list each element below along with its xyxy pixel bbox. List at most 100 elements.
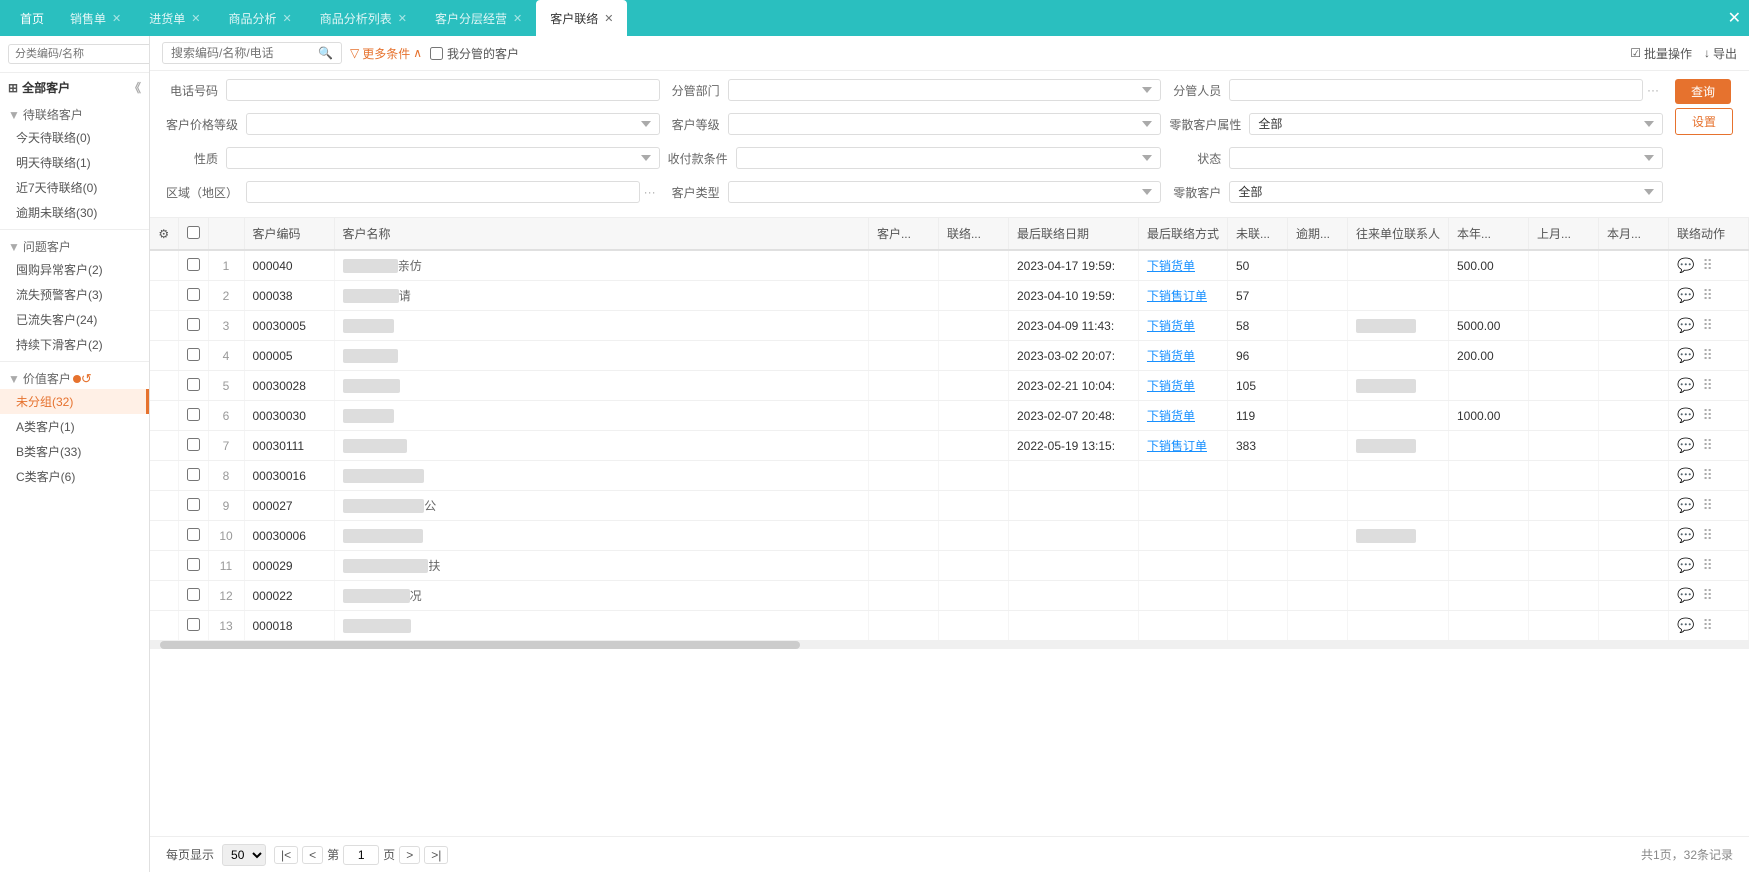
batch-op-btn[interactable]: ☑ 批量操作 <box>1630 45 1692 62</box>
page-first-btn[interactable]: |< <box>274 846 298 864</box>
row-checkbox[interactable] <box>187 558 200 571</box>
action-more-icon[interactable]: ⠿ <box>1702 617 1712 634</box>
cell-check[interactable] <box>178 461 208 491</box>
tab-customer-contact[interactable]: 客户联络 ✕ <box>536 0 627 36</box>
cell-check[interactable] <box>178 250 208 281</box>
filter-customer-type-select[interactable] <box>728 181 1162 203</box>
th-no-contact-days[interactable]: 未联... <box>1227 218 1287 250</box>
cell-last-method[interactable]: 下销货单 <box>1138 341 1227 371</box>
page-input[interactable] <box>343 845 379 865</box>
tab-analysis-list-close[interactable]: ✕ <box>398 12 407 25</box>
row-checkbox[interactable] <box>187 588 200 601</box>
action-chat-icon[interactable]: 💬 <box>1677 527 1694 544</box>
tab-home[interactable]: 首页 <box>8 0 56 36</box>
more-filters-btn[interactable]: ▽ 更多条件 ∧ <box>350 45 422 62</box>
row-checkbox[interactable] <box>187 378 200 391</box>
action-more-icon[interactable]: ⠿ <box>1702 557 1712 574</box>
cell-check[interactable] <box>178 341 208 371</box>
tab-sales[interactable]: 销售单 ✕ <box>56 0 135 36</box>
cell-check[interactable] <box>178 521 208 551</box>
cell-last-method[interactable] <box>1138 551 1227 581</box>
tab-customer-mgmt[interactable]: 客户分层经营 ✕ <box>421 0 536 36</box>
cell-last-method[interactable]: 下销货单 <box>1138 401 1227 431</box>
filter-dept-select[interactable] <box>728 79 1162 101</box>
action-more-icon[interactable]: ⠿ <box>1702 287 1712 304</box>
filter-payment-select[interactable] <box>736 147 1162 169</box>
th-code[interactable]: 客户编码 <box>244 218 334 250</box>
sidebar-all-customers[interactable]: ⊞ 全部客户 《 <box>0 73 149 102</box>
cell-last-method[interactable] <box>1138 581 1227 611</box>
sidebar-item-class-a[interactable]: A类客户(1) <box>0 414 149 439</box>
action-chat-icon[interactable]: 💬 <box>1677 407 1694 424</box>
cell-last-method[interactable] <box>1138 521 1227 551</box>
query-btn[interactable]: 查询 <box>1675 79 1731 104</box>
row-checkbox[interactable] <box>187 318 200 331</box>
tab-purchase[interactable]: 进货单 ✕ <box>135 0 214 36</box>
filter-person-dots[interactable]: ··· <box>1643 83 1663 97</box>
filter-phone-input[interactable] <box>226 79 660 101</box>
action-chat-icon[interactable]: 💬 <box>1677 347 1694 364</box>
tab-customer-mgmt-close[interactable]: ✕ <box>513 12 522 25</box>
action-chat-icon[interactable]: 💬 <box>1677 587 1694 604</box>
row-checkbox[interactable] <box>187 408 200 421</box>
cell-check[interactable] <box>178 611 208 641</box>
filter-price-level-select[interactable] <box>246 113 660 135</box>
cell-last-method[interactable] <box>1138 461 1227 491</box>
refresh-icon[interactable]: ↺ <box>81 371 92 387</box>
tab-sales-close[interactable]: ✕ <box>112 12 121 25</box>
sidebar-item-class-b[interactable]: B类客户(33) <box>0 439 149 464</box>
action-more-icon[interactable]: ⠿ <box>1702 467 1712 484</box>
action-chat-icon[interactable]: 💬 <box>1677 437 1694 454</box>
cell-last-method[interactable]: 下销货单 <box>1138 311 1227 341</box>
reset-btn[interactable]: 设置 <box>1675 108 1733 135</box>
action-more-icon[interactable]: ⠿ <box>1702 257 1712 274</box>
row-checkbox[interactable] <box>187 618 200 631</box>
action-more-icon[interactable]: ⠿ <box>1702 437 1712 454</box>
row-checkbox[interactable] <box>187 438 200 451</box>
filter-status-select[interactable] <box>1229 147 1663 169</box>
cell-last-method[interactable]: 下销售订单 <box>1138 281 1227 311</box>
cell-check[interactable] <box>178 371 208 401</box>
th-settings[interactable]: ⚙ <box>150 218 178 250</box>
sidebar-item-class-c[interactable]: C类客户(6) <box>0 464 149 489</box>
page-next-btn[interactable]: > <box>399 846 420 864</box>
page-prev-btn[interactable]: < <box>302 846 323 864</box>
action-more-icon[interactable]: ⠿ <box>1702 377 1712 394</box>
main-search-icon[interactable]: 🔍 <box>318 46 333 60</box>
action-chat-icon[interactable]: 💬 <box>1677 557 1694 574</box>
cell-last-method[interactable] <box>1138 491 1227 521</box>
row-checkbox[interactable] <box>187 468 200 481</box>
tab-customer-contact-close[interactable]: ✕ <box>604 12 613 25</box>
cell-check[interactable] <box>178 491 208 521</box>
tab-analysis[interactable]: 商品分析 ✕ <box>214 0 305 36</box>
horizontal-scrollbar[interactable] <box>150 641 1749 649</box>
action-more-icon[interactable]: ⠿ <box>1702 407 1712 424</box>
cell-check[interactable] <box>178 431 208 461</box>
cell-last-method[interactable]: 下销货单 <box>1138 250 1227 281</box>
action-more-icon[interactable]: ⠿ <box>1702 497 1712 514</box>
sidebar-item-hoarding[interactable]: 囤购异常客户(2) <box>0 257 149 282</box>
filter-gender-select[interactable] <box>226 147 660 169</box>
filter-region-dots[interactable]: ··· <box>640 185 660 199</box>
main-search-input[interactable] <box>171 46 314 60</box>
sidebar-item-today[interactable]: 今天待联络(0) <box>0 125 149 150</box>
sidebar-item-tomorrow[interactable]: 明天待联络(1) <box>0 150 149 175</box>
my-customer-checkbox[interactable]: 我分管的客户 <box>430 45 519 62</box>
th-last-contact-date[interactable]: 最后联络日期 <box>1008 218 1138 250</box>
action-chat-icon[interactable]: 💬 <box>1677 317 1694 334</box>
th-checkbox[interactable] <box>178 218 208 250</box>
action-chat-icon[interactable]: 💬 <box>1677 497 1694 514</box>
action-chat-icon[interactable]: 💬 <box>1677 257 1694 274</box>
action-chat-icon[interactable]: 💬 <box>1677 467 1694 484</box>
cell-check[interactable] <box>178 401 208 431</box>
tab-bar-close-all[interactable]: ✕ <box>1728 8 1741 28</box>
filter-retail-attr-select[interactable]: 全部 <box>1249 113 1663 135</box>
sidebar-item-churned[interactable]: 已流失客户(24) <box>0 307 149 332</box>
my-customer-check[interactable] <box>430 47 443 60</box>
sidebar-item-declining[interactable]: 持续下滑客户(2) <box>0 332 149 357</box>
action-more-icon[interactable]: ⠿ <box>1702 527 1712 544</box>
sidebar-item-churn-warning[interactable]: 流失预警客户(3) <box>0 282 149 307</box>
row-checkbox[interactable] <box>187 498 200 511</box>
filter-region-input[interactable] <box>246 181 640 203</box>
action-chat-icon[interactable]: 💬 <box>1677 377 1694 394</box>
